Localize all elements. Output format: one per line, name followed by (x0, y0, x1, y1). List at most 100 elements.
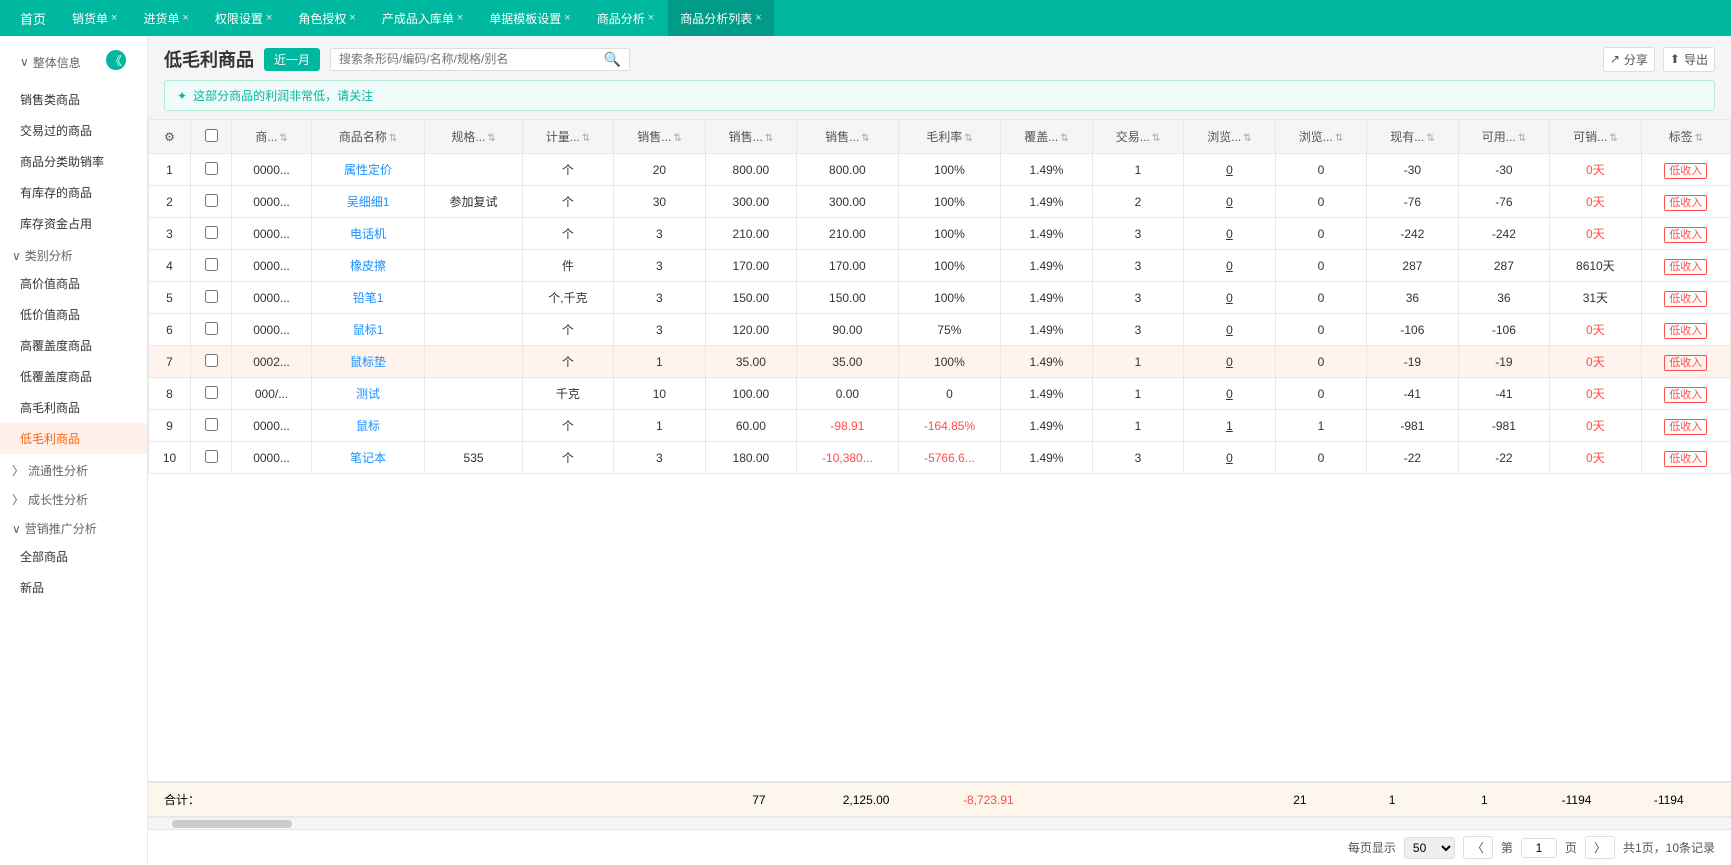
cell-name[interactable]: 鼠标1 (311, 314, 425, 346)
cell-view1[interactable]: 0 (1184, 154, 1275, 186)
horizontal-scrollbar[interactable] (148, 817, 1731, 829)
time-filter-button[interactable]: 近一月 (264, 48, 320, 71)
cell-view1[interactable]: 1 (1184, 410, 1275, 442)
cell-checkbox[interactable] (191, 346, 232, 378)
row-checkbox[interactable] (205, 258, 218, 271)
col-name[interactable]: 商品名称⇅ (311, 120, 425, 154)
cell-name[interactable]: 吴细细1 (311, 186, 425, 218)
col-available[interactable]: 可用...⇅ (1458, 120, 1549, 154)
nav-sales[interactable]: 销货单 × (60, 0, 129, 36)
col-saleable[interactable]: 可销...⇅ (1550, 120, 1641, 154)
col-unit[interactable]: 计量...⇅ (522, 120, 613, 154)
col-current[interactable]: 现有...⇅ (1367, 120, 1458, 154)
sidebar-item-stock-products[interactable]: 有库存的商品 (0, 177, 147, 208)
sidebar-item-sales-products[interactable]: 销售类商品 (0, 84, 147, 115)
sidebar-item-high-margin[interactable]: 高毛利商品 (0, 392, 147, 423)
nav-permissions[interactable]: 权限设置 × (203, 0, 284, 36)
select-all-checkbox[interactable] (205, 129, 218, 142)
col-sale-amount[interactable]: 销售...⇅ (705, 120, 796, 154)
row-checkbox[interactable] (205, 354, 218, 367)
sidebar-item-all-products[interactable]: 全部商品 (0, 541, 147, 572)
nav-role-auth[interactable]: 角色授权 × (286, 0, 367, 36)
cell-name[interactable]: 笔记本 (311, 442, 425, 474)
sidebar-item-traded-products[interactable]: 交易过的商品 (0, 115, 147, 146)
cell-name[interactable]: 鼠标 (311, 410, 425, 442)
sidebar-item-low-value[interactable]: 低价值商品 (0, 299, 147, 330)
row-checkbox[interactable] (205, 226, 218, 239)
cell-view1[interactable]: 0 (1184, 186, 1275, 218)
row-checkbox[interactable] (205, 386, 218, 399)
data-table-container[interactable]: ⚙ 商...⇅ 商品名称⇅ 规格...⇅ 计量...⇅ 销售...⇅ 销售...… (148, 119, 1731, 781)
cell-name[interactable]: 铅笔1 (311, 282, 425, 314)
sidebar-group-overall[interactable]: ∨ 整体信息 (8, 46, 93, 75)
row-checkbox[interactable] (205, 450, 218, 463)
row-checkbox[interactable] (205, 290, 218, 303)
sidebar-item-high-value[interactable]: 高价值商品 (0, 268, 147, 299)
col-trade[interactable]: 交易...⇅ (1092, 120, 1183, 154)
nav-purchase[interactable]: 进货单 × (131, 0, 200, 36)
prev-page-button[interactable]: 〈 (1463, 836, 1493, 859)
sidebar-item-low-margin[interactable]: 低毛利商品 (0, 423, 147, 454)
nav-close-product-analysis-list[interactable]: × (755, 12, 761, 24)
nav-product-analysis-list[interactable]: 商品分析列表 × (668, 0, 773, 36)
col-tag[interactable]: 标签⇅ (1641, 120, 1730, 154)
nav-product-entry[interactable]: 产成品入库单 × (370, 0, 475, 36)
nav-product-analysis[interactable]: 商品分析 × (585, 0, 666, 36)
cell-view1[interactable]: 0 (1184, 346, 1275, 378)
sidebar-group-growth[interactable]: 〉 成长性分析 (0, 483, 147, 512)
cell-name[interactable]: 鼠标垫 (311, 346, 425, 378)
col-gross-margin[interactable]: 毛利率⇅ (898, 120, 1001, 154)
nav-close-template-settings[interactable]: × (564, 12, 570, 24)
row-checkbox[interactable] (205, 322, 218, 335)
col-coverage[interactable]: 覆盖...⇅ (1001, 120, 1092, 154)
search-input[interactable] (339, 52, 604, 66)
row-checkbox[interactable] (205, 418, 218, 431)
col-check[interactable] (191, 120, 232, 154)
cell-checkbox[interactable] (191, 218, 232, 250)
sidebar-item-new-products[interactable]: 新品 (0, 572, 147, 603)
cell-name[interactable]: 测试 (311, 378, 425, 410)
cell-checkbox[interactable] (191, 250, 232, 282)
cell-view1[interactable]: 0 (1184, 442, 1275, 474)
nav-close-product-analysis[interactable]: × (648, 12, 654, 24)
nav-close-purchase[interactable]: × (182, 12, 188, 24)
col-view1[interactable]: 浏览...⇅ (1184, 120, 1275, 154)
nav-home[interactable]: 首页 (8, 0, 58, 36)
sidebar-group-circulation[interactable]: 〉 流通性分析 (0, 454, 147, 483)
col-view2[interactable]: 浏览...⇅ (1275, 120, 1366, 154)
search-box[interactable]: 🔍 (330, 48, 630, 71)
cell-name[interactable]: 属性定价 (311, 154, 425, 186)
sidebar-item-low-coverage[interactable]: 低覆盖度商品 (0, 361, 147, 392)
nav-close-product-entry[interactable]: × (457, 12, 463, 24)
page-size-select[interactable]: 50 100 200 (1404, 837, 1455, 859)
row-checkbox[interactable] (205, 194, 218, 207)
cell-view1[interactable]: 0 (1184, 218, 1275, 250)
cell-name[interactable]: 橡皮擦 (311, 250, 425, 282)
nav-close-role-auth[interactable]: × (349, 12, 355, 24)
page-number-input[interactable] (1521, 838, 1557, 858)
cell-checkbox[interactable] (191, 314, 232, 346)
cell-view1[interactable]: 0 (1184, 314, 1275, 346)
cell-view1[interactable]: 0 (1184, 282, 1275, 314)
cell-checkbox[interactable] (191, 410, 232, 442)
cell-view1[interactable]: 0 (1184, 378, 1275, 410)
cell-checkbox[interactable] (191, 186, 232, 218)
nav-close-permissions[interactable]: × (266, 12, 272, 24)
sidebar-item-capital[interactable]: 库存资金占用 (0, 208, 147, 239)
sidebar-group-category[interactable]: ∨ 类别分析 (0, 239, 147, 268)
export-button[interactable]: ⬆ 导出 (1663, 47, 1715, 72)
cell-name[interactable]: 电话机 (311, 218, 425, 250)
cell-checkbox[interactable] (191, 282, 232, 314)
col-sale-qty[interactable]: 销售...⇅ (614, 120, 705, 154)
share-button[interactable]: ↗ 分享 (1603, 47, 1655, 72)
cell-checkbox[interactable] (191, 442, 232, 474)
sidebar-item-high-coverage[interactable]: 高覆盖度商品 (0, 330, 147, 361)
cell-checkbox[interactable] (191, 378, 232, 410)
nav-close-sales[interactable]: × (111, 12, 117, 24)
sidebar-item-category-rate[interactable]: 商品分类助销率 (0, 146, 147, 177)
search-icon[interactable]: 🔍 (604, 51, 621, 68)
col-settings[interactable]: ⚙ (149, 120, 191, 154)
sidebar-collapse-btn[interactable]: 《 (106, 50, 126, 70)
col-code[interactable]: 商...⇅ (232, 120, 311, 154)
sidebar-group-marketing[interactable]: ∨ 营销推广分析 (0, 512, 147, 541)
